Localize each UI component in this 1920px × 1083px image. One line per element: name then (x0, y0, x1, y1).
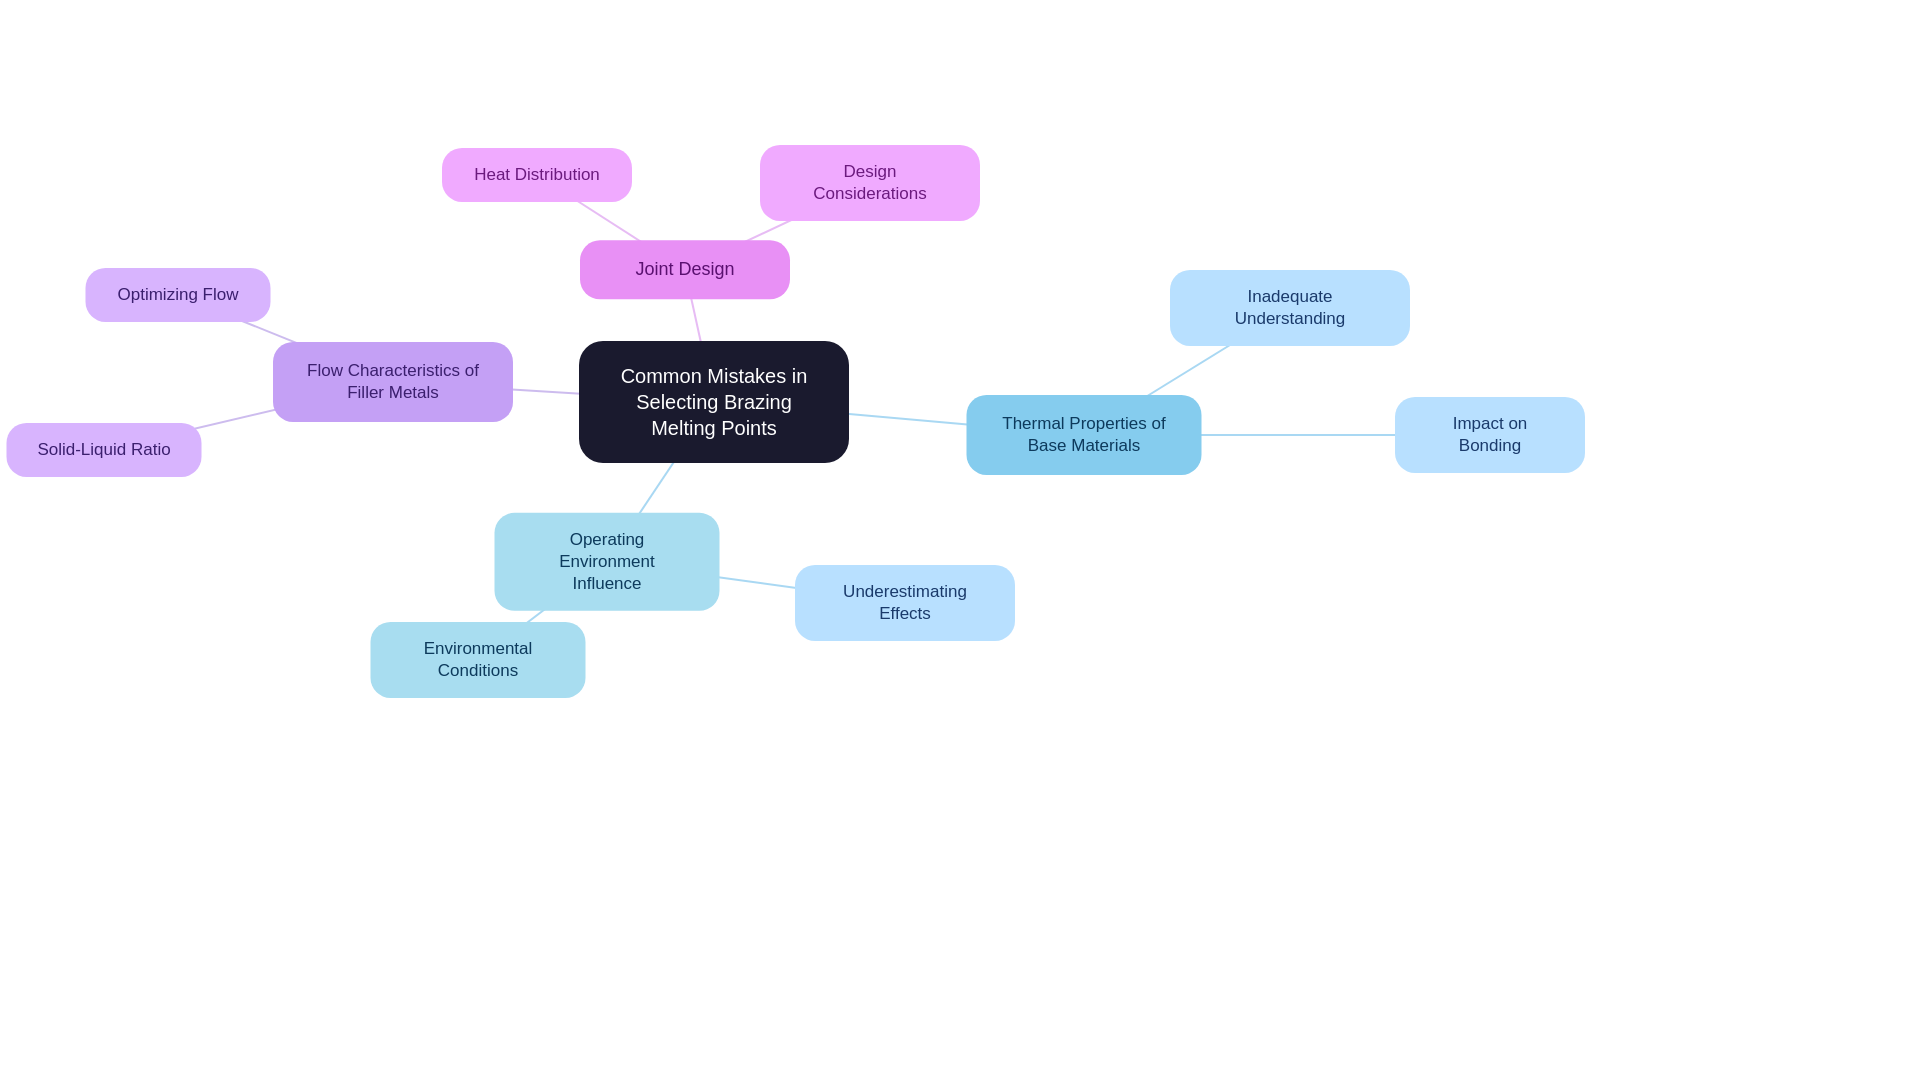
node-inadequate-understanding: Inadequate Understanding (1170, 270, 1410, 346)
node-operating-environment: Operating Environment Influence (495, 513, 720, 611)
node-design-considerations: Design Considerations (760, 145, 980, 221)
node-heat-distribution: Heat Distribution (442, 148, 632, 202)
mind-map: Common Mistakes in Selecting Brazing Mel… (0, 0, 1920, 1083)
node-environmental-conditions: Environmental Conditions (371, 622, 586, 698)
node-impact-on-bonding: Impact on Bonding (1395, 397, 1585, 473)
node-joint-design: Joint Design (580, 240, 790, 299)
node-underestimating-effects: Underestimating Effects (795, 565, 1015, 641)
node-optimizing-flow: Optimizing Flow (86, 268, 271, 322)
node-center: Common Mistakes in Selecting Brazing Mel… (579, 341, 849, 463)
node-flow-characteristics: Flow Characteristics of Filler Metals (273, 342, 513, 422)
node-solid-liquid-ratio: Solid-Liquid Ratio (7, 423, 202, 477)
node-thermal-properties: Thermal Properties of Base Materials (967, 395, 1202, 475)
